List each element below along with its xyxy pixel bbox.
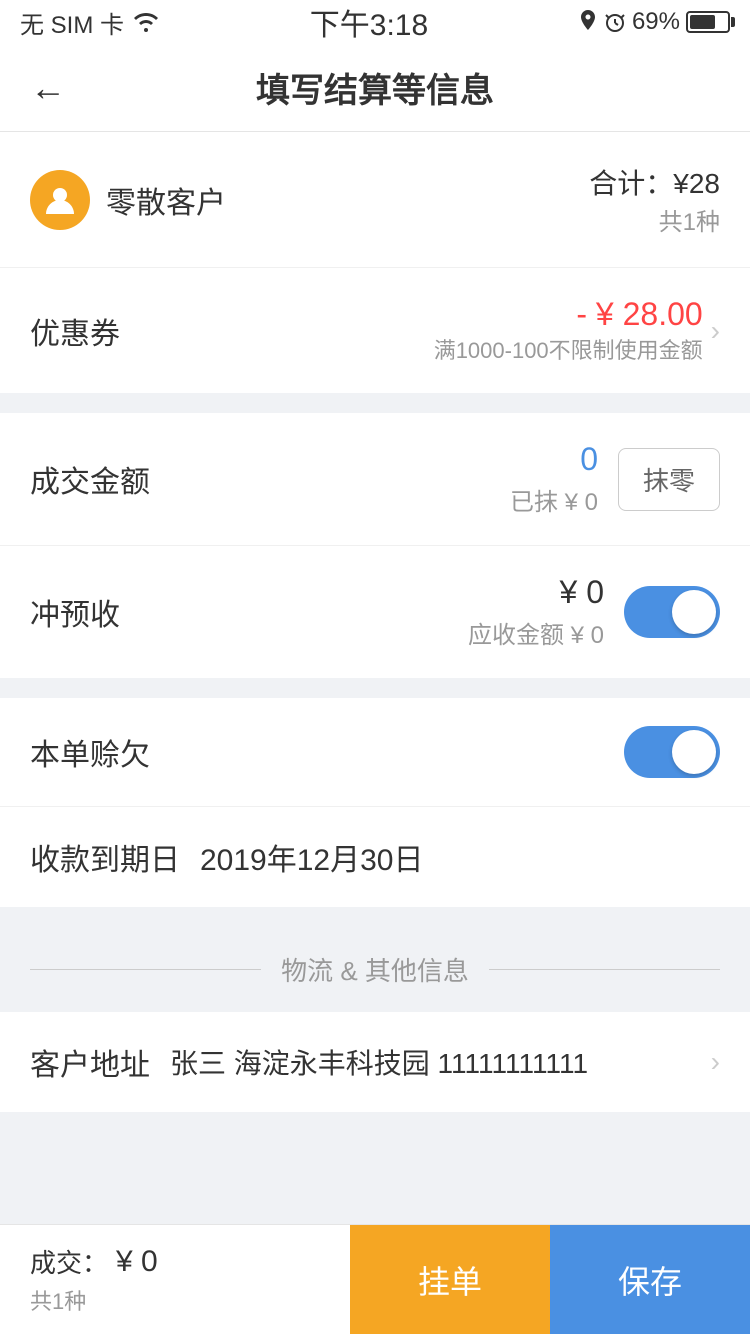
coupon-right: - ¥ 28.00 满1000-100不限制使用金额 › bbox=[434, 296, 720, 365]
bottom-info: 成交： ¥ 0 共1种 bbox=[0, 1225, 350, 1334]
credit-toggle-knob bbox=[672, 730, 716, 774]
prepayment-label: 冲预收 bbox=[30, 590, 120, 634]
divider-line-right bbox=[489, 969, 720, 970]
customer-section: 零散客户 合计：¥28 共1种 优惠券 - ¥ 28.00 满1000-100不… bbox=[0, 132, 750, 393]
prepayment-right: ¥ 0 应收金额 ¥ 0 bbox=[468, 574, 720, 650]
sim-text: 无 SIM 卡 bbox=[20, 5, 124, 40]
prepayment-toggle[interactable] bbox=[624, 586, 720, 638]
credit-toggle[interactable] bbox=[624, 726, 720, 778]
coupon-right-inner: - ¥ 28.00 满1000-100不限制使用金额 bbox=[434, 296, 703, 365]
due-date-value: 2019年12月30日 bbox=[200, 835, 423, 879]
address-value: 张三 海淀永丰科技园 11111111111 bbox=[170, 1042, 711, 1082]
nav-bar: ← 填写结算等信息 bbox=[0, 44, 750, 132]
hang-button[interactable]: 挂单 bbox=[350, 1225, 550, 1334]
content: 零散客户 合计：¥28 共1种 优惠券 - ¥ 28.00 满1000-100不… bbox=[0, 132, 750, 1252]
alarm-icon bbox=[604, 10, 626, 34]
deal-amount-sub: 已抹 ¥ 0 bbox=[510, 482, 598, 517]
status-right: 69% bbox=[578, 8, 730, 36]
credit-label: 本单赊欠 bbox=[30, 730, 150, 774]
deal-amount-section: 成交金额 0 已抹 ¥ 0 抹零 冲预收 ¥ 0 应收金额 ¥ 0 bbox=[0, 413, 750, 678]
divider-line-left bbox=[30, 969, 261, 970]
status-left: 无 SIM 卡 bbox=[20, 5, 160, 40]
prepayment-value: ¥ 0 bbox=[560, 574, 604, 611]
customer-row: 零散客户 合计：¥28 共1种 bbox=[0, 132, 750, 267]
address-label: 客户地址 bbox=[30, 1040, 150, 1084]
credit-right bbox=[624, 726, 720, 778]
deal-amount-value: 0 bbox=[580, 441, 598, 478]
page-title: 填写结算等信息 bbox=[256, 63, 494, 112]
bottom-count: 共1种 bbox=[30, 1284, 320, 1316]
customer-total: 合计：¥28 bbox=[589, 162, 720, 202]
wifi-icon bbox=[132, 12, 160, 32]
bottom-deal-row: 成交： ¥ 0 bbox=[30, 1243, 320, 1280]
deal-amount-label: 成交金额 bbox=[30, 457, 150, 501]
battery-icon bbox=[686, 11, 730, 33]
save-button[interactable]: 保存 bbox=[550, 1225, 750, 1334]
coupon-row[interactable]: 优惠券 - ¥ 28.00 满1000-100不限制使用金额 › bbox=[0, 267, 750, 393]
person-icon bbox=[42, 182, 78, 218]
coupon-chevron-icon: › bbox=[711, 315, 720, 347]
coupon-discount: - ¥ 28.00 bbox=[434, 296, 703, 333]
deal-amount-right: 0 已抹 ¥ 0 抹零 bbox=[510, 441, 720, 517]
address-section: 客户地址 张三 海淀永丰科技园 11111111111 › bbox=[0, 1012, 750, 1112]
back-button[interactable]: ← bbox=[30, 67, 66, 109]
status-bar: 无 SIM 卡 下午3:18 69% bbox=[0, 0, 750, 44]
customer-left: 零散客户 bbox=[30, 170, 226, 230]
deal-amount-col: 0 已抹 ¥ 0 bbox=[510, 441, 598, 517]
prepayment-sub: 应收金额 ¥ 0 bbox=[468, 615, 604, 650]
deal-amount-row: 成交金额 0 已抹 ¥ 0 抹零 bbox=[0, 413, 750, 546]
coupon-label: 优惠券 bbox=[30, 309, 120, 353]
bottom-bar: 成交： ¥ 0 共1种 挂单 保存 bbox=[0, 1224, 750, 1334]
logistics-divider-text: 物流 & 其他信息 bbox=[281, 951, 469, 988]
prepayment-row: 冲预收 ¥ 0 应收金额 ¥ 0 bbox=[0, 546, 750, 678]
due-date-row: 收款到期日 2019年12月30日 bbox=[0, 807, 750, 907]
location-icon bbox=[578, 10, 598, 34]
avatar bbox=[30, 170, 90, 230]
status-time: 下午3:18 bbox=[310, 0, 428, 44]
customer-right: 合计：¥28 共1种 bbox=[589, 162, 720, 237]
toggle-knob bbox=[672, 590, 716, 634]
customer-count: 共1种 bbox=[589, 202, 720, 237]
coupon-desc: 满1000-100不限制使用金额 bbox=[434, 333, 703, 365]
customer-name: 零散客户 bbox=[106, 178, 226, 222]
prepayment-col: ¥ 0 应收金额 ¥ 0 bbox=[468, 574, 604, 650]
bottom-deal-label: 成交： bbox=[30, 1243, 108, 1280]
address-row[interactable]: 客户地址 张三 海淀永丰科技园 11111111111 › bbox=[0, 1012, 750, 1112]
battery-percent: 69% bbox=[632, 8, 680, 36]
credit-section: 本单赊欠 收款到期日 2019年12月30日 bbox=[0, 698, 750, 907]
logistics-divider: 物流 & 其他信息 bbox=[0, 927, 750, 1012]
bottom-deal-amount: ¥ 0 bbox=[116, 1245, 158, 1279]
address-chevron-icon: › bbox=[711, 1046, 720, 1078]
round-button[interactable]: 抹零 bbox=[618, 448, 720, 511]
due-date-label: 收款到期日 bbox=[30, 835, 180, 879]
credit-row: 本单赊欠 bbox=[0, 698, 750, 807]
